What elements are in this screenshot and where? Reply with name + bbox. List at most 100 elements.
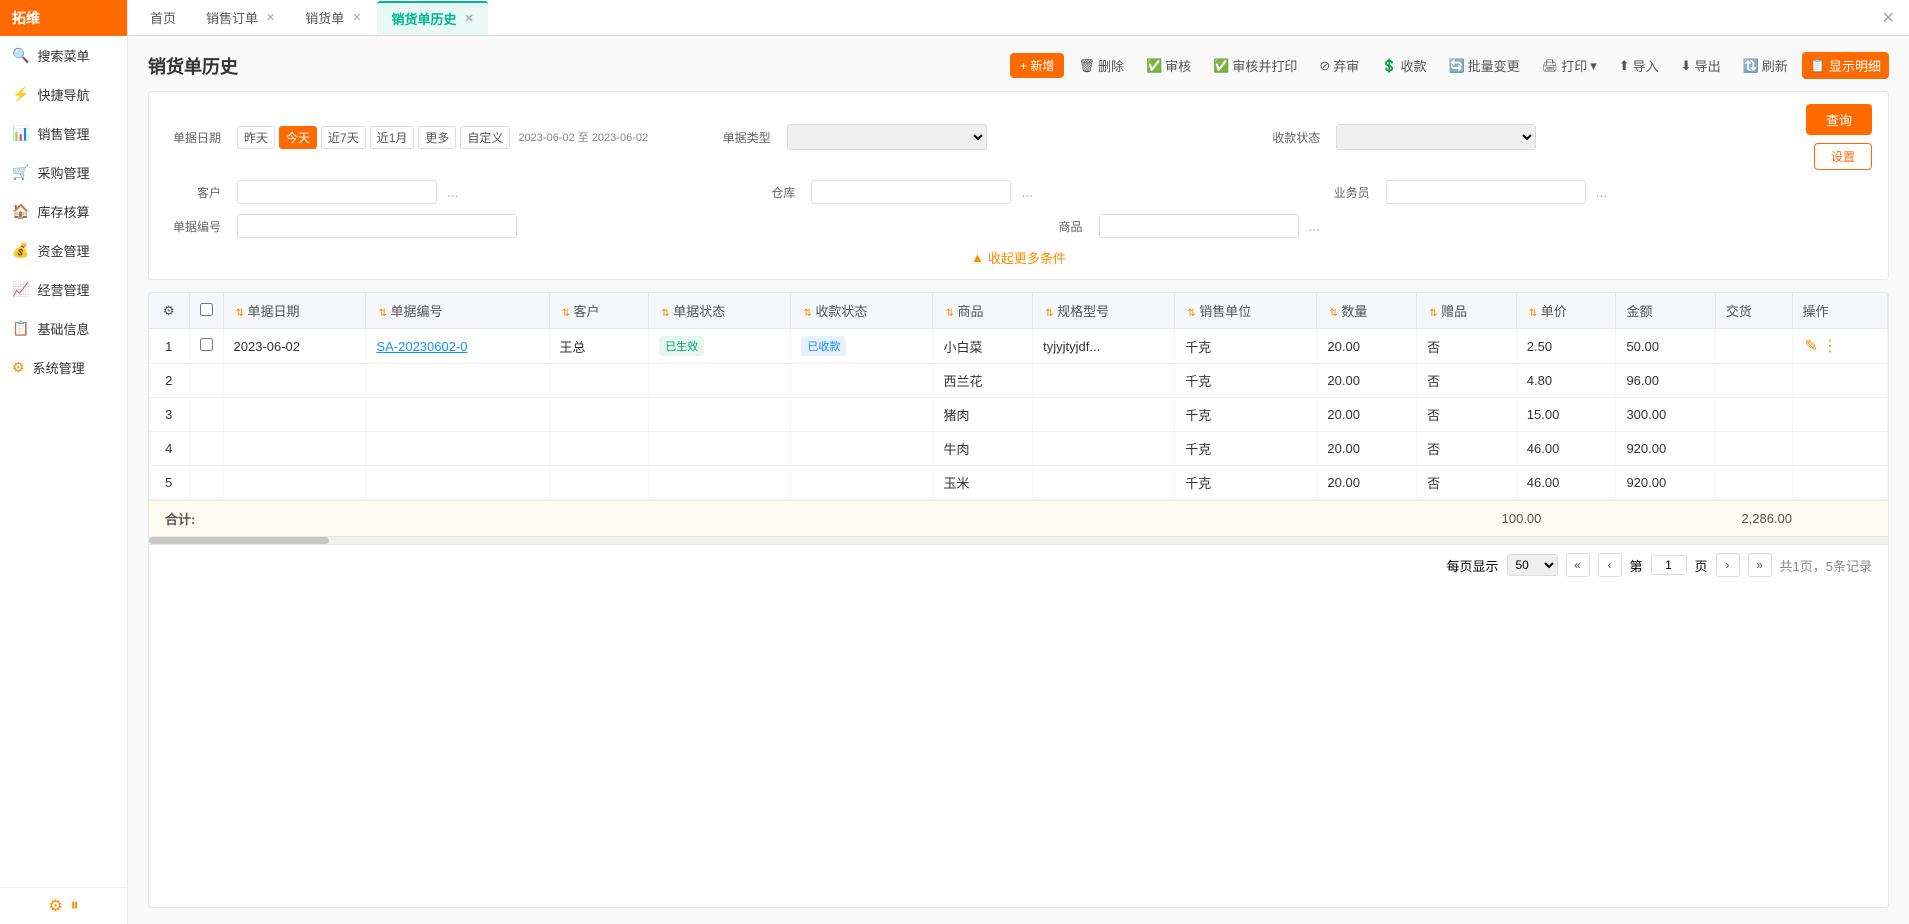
warehouse-input[interactable]: [811, 180, 1011, 204]
audit-button[interactable]: ✅ 审核: [1138, 52, 1199, 79]
cell-seq: 5: [149, 466, 189, 500]
row-checkbox[interactable]: [200, 338, 213, 351]
next-page-button[interactable]: ›: [1716, 553, 1740, 577]
import-button[interactable]: ⬆ 导入: [1611, 52, 1667, 79]
customer-input[interactable]: [237, 180, 437, 204]
doc-no-input[interactable]: [237, 214, 517, 238]
date-btn-more[interactable]: 更多: [418, 126, 456, 149]
cell-qty: 20.00: [1317, 329, 1417, 364]
cell-doc-status: [649, 398, 791, 432]
date-btn-yesterday[interactable]: 昨天: [237, 126, 275, 149]
page-number-input[interactable]: [1651, 555, 1687, 575]
tab-sales-order[interactable]: 销售订单 ✕: [192, 2, 289, 33]
date-btn-today[interactable]: 今天: [279, 126, 317, 149]
col-gear[interactable]: ⚙: [149, 293, 189, 329]
cell-checkbox[interactable]: [189, 398, 223, 432]
close-sales-history-tab[interactable]: ✕: [465, 12, 474, 25]
close-all-tabs-button[interactable]: ✕: [1876, 8, 1901, 28]
delete-button[interactable]: 🗑 删除: [1070, 52, 1132, 79]
cell-action: ✎⋮: [1792, 329, 1888, 364]
sidebar-item-purchase-mgmt[interactable]: 🛒 采购管理: [0, 153, 127, 192]
sidebar-collapse-button[interactable]: ⏸: [71, 896, 79, 916]
close-sales-order-tab[interactable]: ✕: [266, 11, 275, 24]
abandon-button[interactable]: ⊘ 弃审: [1311, 52, 1367, 79]
table-scroll-thumb[interactable]: [149, 537, 329, 544]
cell-checkbox[interactable]: [189, 466, 223, 500]
sidebar-item-basic-info[interactable]: 📋 基础信息: [0, 309, 127, 348]
abandon-icon: ⊘: [1319, 58, 1330, 74]
date-btn-custom[interactable]: 自定义: [460, 126, 510, 149]
sidebar-settings-button[interactable]: ⚙: [48, 896, 62, 916]
warehouse-dots[interactable]: ...: [1021, 184, 1033, 200]
tab-sales-goods[interactable]: 销货单 ✕: [291, 2, 375, 33]
page-size-select[interactable]: 20 50 100: [1507, 554, 1558, 576]
cell-delivery: [1715, 432, 1792, 466]
col-sales-unit[interactable]: ⇅ 销售单位: [1175, 293, 1317, 329]
sidebar-bottom: ⚙ ⏸: [0, 887, 127, 924]
col-customer[interactable]: ⇅ 客户: [549, 293, 649, 329]
col-doc-status[interactable]: ⇅ 单据状态: [649, 293, 791, 329]
collapse-filter-button[interactable]: ▲ 收起更多条件: [165, 248, 1872, 267]
audit-print-button[interactable]: ✅ 审核并打印: [1205, 52, 1305, 79]
print-button[interactable]: 🖨 打印 ▾: [1534, 52, 1605, 79]
col-doc-date[interactable]: ⇅ 单据日期: [223, 293, 366, 329]
doc-no-link[interactable]: SA-20230602-0: [376, 339, 467, 354]
col-gift[interactable]: ⇅ 赠品: [1417, 293, 1517, 329]
col-goods[interactable]: ⇅ 商品: [933, 293, 1033, 329]
col-checkbox[interactable]: [189, 293, 223, 329]
col-doc-no[interactable]: ⇅ 单据编号: [366, 293, 549, 329]
cell-doc-date: 2023-06-02: [223, 329, 366, 364]
sidebar-item-finance-mgmt[interactable]: 💰 资金管理: [0, 231, 127, 270]
cell-checkbox[interactable]: [189, 329, 223, 364]
sidebar-item-sys-mgmt[interactable]: ⚙ 系统管理: [0, 348, 127, 387]
cell-qty: 20.00: [1317, 466, 1417, 500]
cell-checkbox[interactable]: [189, 364, 223, 398]
new-button[interactable]: + 新增: [1010, 53, 1064, 78]
refresh-button[interactable]: 🔃 刷新: [1735, 52, 1796, 79]
set-button[interactable]: 设置: [1814, 143, 1872, 170]
tab-home[interactable]: 首页: [136, 2, 190, 33]
cell-collect-status: [791, 364, 933, 398]
col-unit-price[interactable]: ⇅ 单价: [1516, 293, 1616, 329]
col-spec-type[interactable]: ⇅ 规格型号: [1033, 293, 1175, 329]
select-all-checkbox[interactable]: [200, 303, 213, 316]
col-delivery[interactable]: 交货: [1715, 293, 1792, 329]
footer-label: 合计:: [165, 509, 195, 528]
prev-page-button[interactable]: ‹: [1598, 553, 1622, 577]
last-page-button[interactable]: »: [1748, 553, 1772, 577]
sidebar-item-quick-nav[interactable]: ⚡ 快捷导航: [0, 75, 127, 114]
doc-type-select[interactable]: [787, 124, 987, 150]
more-action[interactable]: ⋮: [1822, 338, 1838, 355]
sidebar-item-sales-mgmt[interactable]: 📊 销售管理: [0, 114, 127, 153]
edit-action[interactable]: ✎: [1805, 338, 1818, 355]
col-amount[interactable]: 金额: [1616, 293, 1715, 329]
batch-change-button[interactable]: 🔄 批量变更: [1440, 52, 1527, 79]
col-collect-status[interactable]: ⇅ 收款状态: [791, 293, 933, 329]
export-button[interactable]: ⬇ 导出: [1673, 52, 1729, 79]
close-sales-goods-tab[interactable]: ✕: [352, 11, 361, 24]
first-page-button[interactable]: «: [1566, 553, 1590, 577]
date-btn-7days[interactable]: 近7天: [321, 126, 366, 149]
show-detail-button[interactable]: 📋 显示明细: [1802, 52, 1889, 79]
cell-doc-status: [649, 432, 791, 466]
sidebar-item-search-menu[interactable]: 🔍 搜索菜单: [0, 36, 127, 75]
table-scrollbar[interactable]: [149, 536, 1888, 544]
sidebar: 拓维 🔍 搜索菜单 ⚡ 快捷导航 📊 销售管理 🛒 采购管理 🏠 库存核算 💰 …: [0, 0, 128, 924]
cell-checkbox[interactable]: [189, 432, 223, 466]
collect-button[interactable]: 💲 收款: [1373, 52, 1434, 79]
query-button[interactable]: 查询: [1806, 104, 1872, 135]
cell-goods: 西兰花: [933, 364, 1033, 398]
cell-collect-status: [791, 432, 933, 466]
collect-status-field: [1336, 124, 1790, 150]
tab-sales-history[interactable]: 销货单历史 ✕: [377, 1, 487, 34]
goods-dots[interactable]: ...: [1309, 218, 1321, 234]
goods-input[interactable]: [1099, 214, 1299, 238]
date-btn-1month[interactable]: 近1月: [370, 126, 415, 149]
salesman-input[interactable]: [1386, 180, 1586, 204]
salesman-dots[interactable]: ...: [1596, 184, 1608, 200]
sidebar-item-inventory[interactable]: 🏠 库存核算: [0, 192, 127, 231]
customer-dots[interactable]: ...: [447, 184, 459, 200]
sidebar-item-ops-mgmt[interactable]: 📈 经营管理: [0, 270, 127, 309]
col-qty[interactable]: ⇅ 数量: [1317, 293, 1417, 329]
collect-status-select[interactable]: [1336, 124, 1536, 150]
